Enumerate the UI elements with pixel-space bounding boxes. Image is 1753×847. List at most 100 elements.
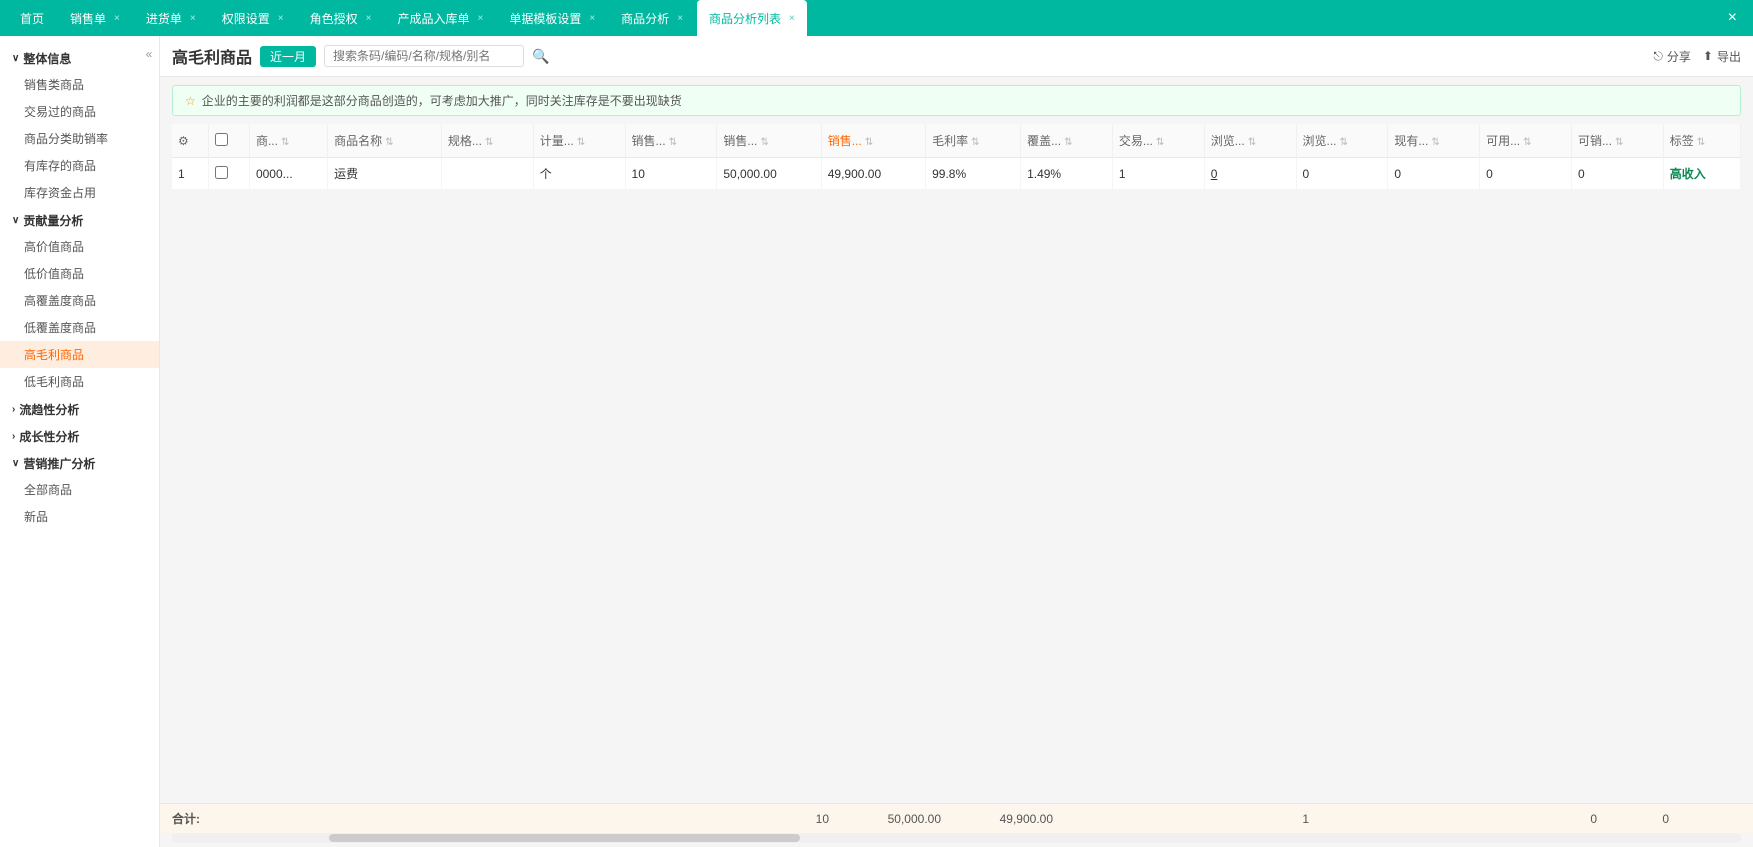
- nav-template-settings[interactable]: 单据模板设置 ×: [497, 0, 607, 36]
- trend-arrow-icon: ›: [12, 404, 15, 415]
- cell-saleable-stock: 0: [1571, 158, 1663, 190]
- sidebar: « ∨ 整体信息 销售类商品 交易过的商品 商品分类助销率 有库存的商品 库存资…: [0, 36, 160, 847]
- time-filter-button[interactable]: 近一月: [260, 46, 316, 67]
- sidebar-section-contribution[interactable]: ∨ 贡献量分析: [0, 206, 159, 233]
- contribution-arrow-icon: ∨: [12, 215, 19, 226]
- page-title: 高毛利商品: [172, 44, 252, 68]
- col-transaction[interactable]: 交易...⇅: [1112, 124, 1204, 158]
- close-template-settings-icon[interactable]: ×: [589, 13, 595, 24]
- sidebar-item-category-assist-rate[interactable]: 商品分类助销率: [0, 125, 159, 152]
- col-current-stock[interactable]: 现有...⇅: [1388, 124, 1480, 158]
- sidebar-section-trend[interactable]: › 流趋性分析: [0, 395, 159, 422]
- cell-transaction: 1: [1112, 158, 1204, 190]
- share-button[interactable]: ⎋ 分享: [1653, 48, 1691, 65]
- nav-permission-settings[interactable]: 权限设置 ×: [210, 0, 296, 36]
- col-name[interactable]: 商品名称⇅: [328, 124, 442, 158]
- content-header: 高毛利商品 近一月 🔍 ⎋ 分享 ⬆ 导出: [160, 36, 1753, 77]
- cell-sales-profit: 49,900.00: [821, 158, 925, 190]
- col-unit[interactable]: 计量...⇅: [533, 124, 625, 158]
- cell-index: 1: [172, 158, 209, 190]
- search-input[interactable]: [324, 45, 524, 67]
- col-views1[interactable]: 浏览...⇅: [1204, 124, 1296, 158]
- table-header-row: ⚙ 商...⇅ 商品名称⇅ 规格...⇅ 计量...⇅ 销售...⇅ 销售...…: [172, 124, 1741, 158]
- cell-tag: 高收入: [1663, 158, 1740, 190]
- sidebar-item-high-value[interactable]: 高价值商品: [0, 233, 159, 260]
- nav-sales-order[interactable]: 销售单 ×: [58, 0, 132, 36]
- nav-product-inbound[interactable]: 产成品入库单 ×: [385, 0, 495, 36]
- tip-text: 企业的主要的利润都是这部分商品创造的，可考虑加大推广，同时关注库存是不要出现缺货: [202, 92, 682, 109]
- cell-views1: 0: [1204, 158, 1296, 190]
- sidebar-item-low-value[interactable]: 低价值商品: [0, 260, 159, 287]
- cell-spec: [441, 158, 533, 190]
- sidebar-item-new-products[interactable]: 新品: [0, 503, 159, 530]
- close-product-inbound-icon[interactable]: ×: [477, 13, 483, 24]
- col-sales-qty[interactable]: 销售...⇅: [625, 124, 717, 158]
- close-permission-settings-icon[interactable]: ×: [278, 13, 284, 24]
- col-code[interactable]: 商...⇅: [249, 124, 327, 158]
- nav-close-all-button[interactable]: ×: [1720, 9, 1745, 27]
- sidebar-section-growth[interactable]: › 成长性分析: [0, 422, 159, 449]
- col-settings[interactable]: ⚙: [172, 124, 209, 158]
- top-navigation: 首页 销售单 × 进货单 × 权限设置 × 角色授权 × 产成品入库单 × 单据…: [0, 0, 1753, 36]
- close-product-analysis-list-icon[interactable]: ×: [789, 13, 795, 24]
- footer-label: 合计:: [172, 810, 200, 827]
- nav-product-analysis[interactable]: 商品分析 ×: [609, 0, 695, 36]
- cell-coverage: 1.49%: [1021, 158, 1113, 190]
- sidebar-section-marketing[interactable]: ∨ 营销推广分析: [0, 449, 159, 476]
- row-checkbox[interactable]: [215, 166, 228, 179]
- col-spec[interactable]: 规格...⇅: [441, 124, 533, 158]
- horizontal-scrollbar[interactable]: [172, 833, 1741, 843]
- sidebar-item-high-coverage[interactable]: 高覆盖度商品: [0, 287, 159, 314]
- sidebar-section-overview[interactable]: ∨ 整体信息: [0, 44, 159, 71]
- sidebar-item-high-margin[interactable]: 高毛利商品: [0, 341, 159, 368]
- export-icon: ⬆: [1703, 49, 1713, 63]
- sidebar-item-low-coverage[interactable]: 低覆盖度商品: [0, 314, 159, 341]
- sidebar-item-in-stock-products[interactable]: 有库存的商品: [0, 152, 159, 179]
- cell-sales-amount: 50,000.00: [717, 158, 821, 190]
- cell-checkbox[interactable]: [209, 158, 250, 190]
- close-role-auth-icon[interactable]: ×: [366, 13, 372, 24]
- data-table: ⚙ 商...⇅ 商品名称⇅ 规格...⇅ 计量...⇅ 销售...⇅ 销售...…: [172, 124, 1741, 190]
- nav-purchase-order[interactable]: 进货单 ×: [134, 0, 208, 36]
- col-tag[interactable]: 标签⇅: [1663, 124, 1740, 158]
- search-button[interactable]: 🔍: [532, 48, 549, 65]
- col-checkbox[interactable]: [209, 124, 250, 158]
- tip-bar: ☆ 企业的主要的利润都是这部分商品创造的，可考虑加大推广，同时关注库存是不要出现…: [172, 85, 1741, 116]
- sidebar-item-all-products[interactable]: 全部商品: [0, 476, 159, 503]
- footer-sales-qty: 10: [749, 812, 829, 826]
- cell-code: 0000...: [249, 158, 327, 190]
- footer-available-stock: 0: [1537, 812, 1597, 826]
- scrollbar-thumb[interactable]: [329, 834, 800, 842]
- nav-role-auth[interactable]: 角色授权 ×: [298, 0, 384, 36]
- col-views2[interactable]: 浏览...⇅: [1296, 124, 1388, 158]
- table-row: 1 0000... 运费 个 10 50,000.00 49,900.00 99…: [172, 158, 1741, 190]
- share-icon: ⎋: [1653, 49, 1663, 64]
- cell-current-stock: 0: [1388, 158, 1480, 190]
- sidebar-item-traded-products[interactable]: 交易过的商品: [0, 98, 159, 125]
- col-available-stock[interactable]: 可用...⇅: [1480, 124, 1572, 158]
- sidebar-collapse-button[interactable]: «: [139, 44, 159, 64]
- col-saleable-stock[interactable]: 可销...⇅: [1571, 124, 1663, 158]
- close-purchase-order-icon[interactable]: ×: [190, 13, 196, 24]
- col-sales-amount[interactable]: 销售...⇅: [717, 124, 821, 158]
- sidebar-item-sales-products[interactable]: 销售类商品: [0, 71, 159, 98]
- nav-home[interactable]: 首页: [8, 0, 56, 36]
- export-button[interactable]: ⬆ 导出: [1703, 48, 1741, 65]
- col-sales-profit[interactable]: 销售...⇅: [821, 124, 925, 158]
- col-gross-margin[interactable]: 毛利率⇅: [926, 124, 1021, 158]
- footer-sales-profit: 49,900.00: [953, 812, 1053, 826]
- main-layout: « ∨ 整体信息 销售类商品 交易过的商品 商品分类助销率 有库存的商品 库存资…: [0, 36, 1753, 847]
- select-all-checkbox[interactable]: [215, 133, 228, 146]
- nav-product-analysis-list[interactable]: 商品分析列表 ×: [697, 0, 807, 36]
- sidebar-item-low-margin[interactable]: 低毛利商品: [0, 368, 159, 395]
- header-actions: ⎋ 分享 ⬆ 导出: [1653, 48, 1741, 65]
- cell-unit: 个: [533, 158, 625, 190]
- growth-arrow-icon: ›: [12, 431, 15, 442]
- cell-gross-margin: 99.8%: [926, 158, 1021, 190]
- content-area: 高毛利商品 近一月 🔍 ⎋ 分享 ⬆ 导出 ☆ 企业的主要的利润都是这部分商品创…: [160, 36, 1753, 847]
- close-product-analysis-icon[interactable]: ×: [677, 13, 683, 24]
- close-sales-order-icon[interactable]: ×: [114, 13, 120, 24]
- col-coverage[interactable]: 覆盖...⇅: [1021, 124, 1113, 158]
- table-wrapper[interactable]: ⚙ 商...⇅ 商品名称⇅ 规格...⇅ 计量...⇅ 销售...⇅ 销售...…: [172, 124, 1741, 803]
- sidebar-item-stock-capital[interactable]: 库存资金占用: [0, 179, 159, 206]
